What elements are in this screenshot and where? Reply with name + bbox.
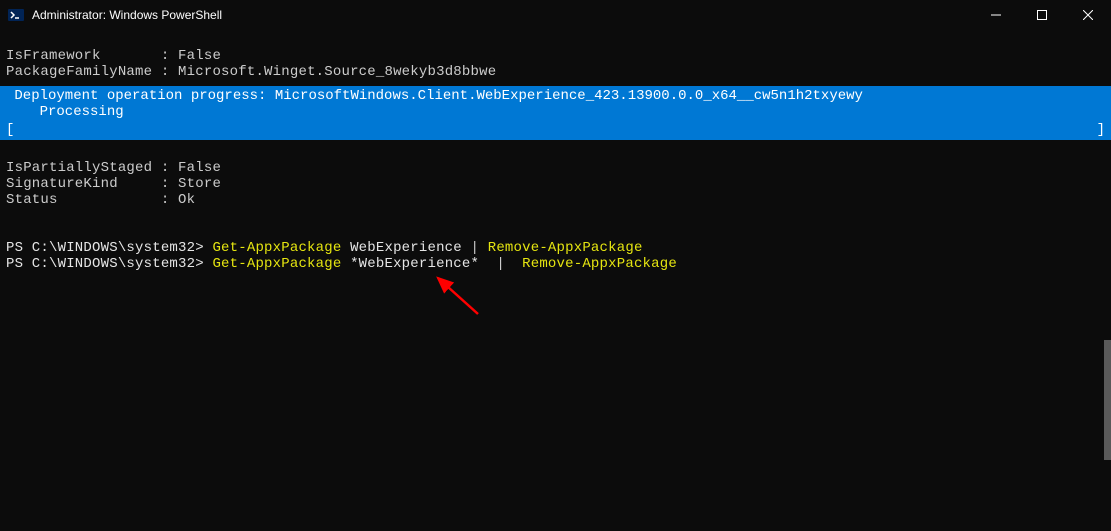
command-line: PS C:\WINDOWS\system32> Get-AppxPackage … (6, 256, 677, 272)
output-line: Status : Ok (6, 192, 195, 208)
progress-text: Deployment operation progress: Microsoft… (6, 88, 863, 104)
close-button[interactable] (1065, 0, 1111, 30)
progress-block: Deployment operation progress: Microsoft… (0, 86, 1111, 140)
maximize-button[interactable] (1019, 0, 1065, 30)
output-line: SignatureKind : Store (6, 176, 221, 192)
annotation-arrow-icon (430, 272, 490, 322)
titlebar[interactable]: Administrator: Windows PowerShell (0, 0, 1111, 30)
window-title: Administrator: Windows PowerShell (32, 8, 973, 22)
output-line: IsPartiallyStaged : False (6, 160, 221, 176)
powershell-icon (8, 7, 24, 23)
progress-status: Processing (6, 104, 124, 120)
output-line: PackageFamilyName : Microsoft.Winget.Sou… (6, 64, 496, 80)
output-line: IsFramework : False (6, 48, 221, 64)
progress-bar: [ ] (0, 122, 1111, 140)
command-line: PS C:\WINDOWS\system32> Get-AppxPackage … (6, 240, 643, 256)
terminal-output-2[interactable]: IsPartiallyStaged : False SignatureKind … (0, 142, 1111, 274)
scrollbar-thumb[interactable] (1104, 340, 1111, 460)
minimize-button[interactable] (973, 0, 1019, 30)
terminal-output[interactable]: IsFramework : False PackageFamilyName : … (0, 30, 1111, 82)
window-controls (973, 0, 1111, 30)
